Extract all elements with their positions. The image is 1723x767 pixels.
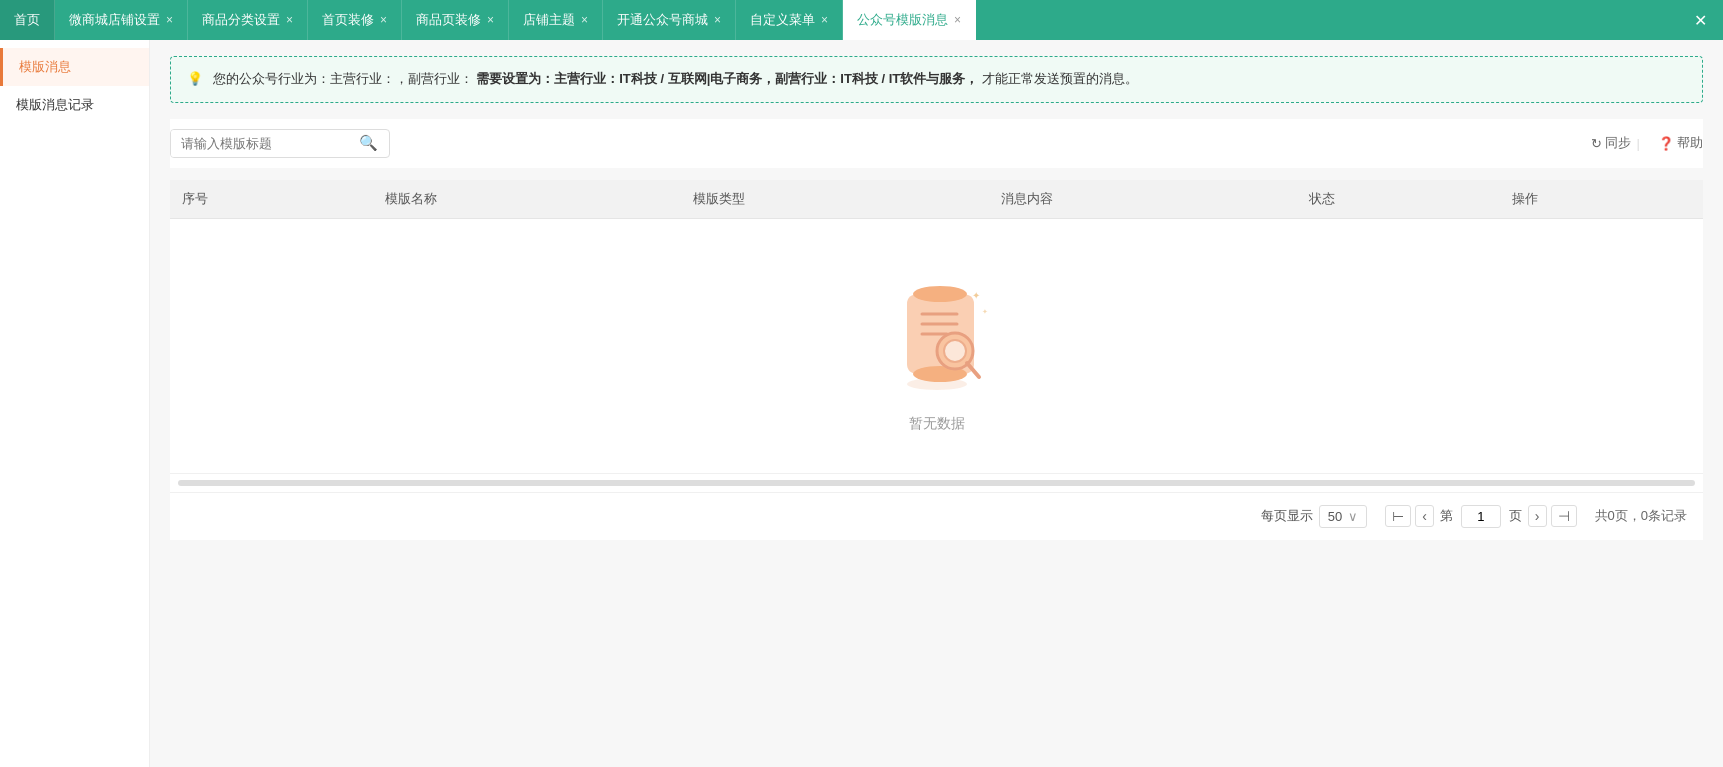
tab-product-category[interactable]: 商品分类设置× (188, 0, 308, 40)
tab-home[interactable]: 首页 (0, 0, 55, 40)
tab-close-homepage-decor[interactable]: × (380, 13, 387, 27)
last-page-button[interactable]: ⊣ (1551, 505, 1577, 527)
chevron-down-icon: ∨ (1348, 509, 1358, 524)
sidebar-item-template-msg[interactable]: 模版消息 (0, 48, 149, 86)
search-input[interactable] (171, 130, 351, 157)
separator: | (1637, 136, 1640, 151)
tab-close-custom-menu[interactable]: × (821, 13, 828, 27)
svg-text:✦: ✦ (972, 290, 980, 301)
tab-close-open-mall[interactable]: × (714, 13, 721, 27)
top-nav: 首页微商城店铺设置×商品分类设置×首页装修×商品页装修×店铺主题×开通公众号商城… (0, 0, 1723, 40)
sidebar-item-template-msg-log[interactable]: 模版消息记录 (0, 86, 149, 124)
scrollbar-area (170, 473, 1703, 492)
search-bar: 🔍 ↻ 同步 | ❓ 帮助 (170, 119, 1703, 168)
tab-store-theme[interactable]: 店铺主题× (509, 0, 603, 40)
sidebar: 模版消息模版消息记录 (0, 40, 150, 767)
lightbulb-icon: 💡 (187, 71, 203, 86)
notice-highlight: 需要设置为：主营行业：IT科技 / 互联网|电子商务，副营行业：IT科技 / I… (476, 71, 978, 86)
empty-state: ✦ ✦ 暂无数据 (170, 219, 1703, 473)
table-wrapper: 序号模版名称模版类型消息内容状态操作 (170, 180, 1703, 492)
empty-text: 暂无数据 (909, 415, 965, 433)
search-actions: ↻ 同步 | ❓ 帮助 (1579, 134, 1703, 152)
help-label: 帮助 (1677, 134, 1703, 152)
col-header-index: 序号 (170, 180, 373, 219)
sync-label: 同步 (1605, 134, 1631, 152)
help-icon: ❓ (1658, 136, 1674, 151)
first-page-button[interactable]: ⊢ (1385, 505, 1411, 527)
col-header-content: 消息内容 (989, 180, 1297, 219)
total-info: 共0页，0条记录 (1595, 507, 1687, 525)
tab-micro-store[interactable]: 微商城店铺设置× (55, 0, 188, 40)
notice-suffix: 才能正常发送预置的消息。 (982, 71, 1138, 86)
col-header-type: 模版类型 (681, 180, 989, 219)
empty-icon: ✦ ✦ (877, 279, 997, 399)
page-size-select[interactable]: 50 ∨ (1319, 505, 1367, 528)
sync-button[interactable]: ↻ 同步 (1591, 134, 1631, 152)
tab-custom-menu[interactable]: 自定义菜单× (736, 0, 843, 40)
tab-close-store-theme[interactable]: × (581, 13, 588, 27)
next-page-button[interactable]: › (1528, 505, 1547, 527)
table-header: 序号模版名称模版类型消息内容状态操作 (170, 180, 1703, 219)
help-button[interactable]: ❓ 帮助 (1658, 134, 1703, 152)
tab-close-product-page-decor[interactable]: × (487, 13, 494, 27)
content-area: 💡 您的公众号行业为：主营行业：，副营行业： 需要设置为：主营行业：IT科技 /… (150, 40, 1723, 767)
search-button[interactable]: 🔍 (351, 134, 386, 152)
scrollbar-track[interactable] (178, 480, 1695, 486)
prev-page-button[interactable]: ‹ (1415, 505, 1434, 527)
notice-box: 💡 您的公众号行业为：主营行业：，副营行业： 需要设置为：主营行业：IT科技 /… (170, 56, 1703, 103)
tab-open-mall[interactable]: 开通公众号商城× (603, 0, 736, 40)
page-label-suf: 页 (1509, 507, 1522, 525)
page-label-pre: 第 (1440, 507, 1453, 525)
global-close-button[interactable]: ✕ (1678, 0, 1723, 40)
svg-text:✦: ✦ (982, 308, 988, 315)
notice-prefix: 您的公众号行业为：主营行业：，副营行业： (213, 71, 473, 86)
svg-point-1 (913, 286, 967, 302)
tab-close-template-msg[interactable]: × (954, 13, 961, 27)
col-header-action: 操作 (1500, 180, 1703, 219)
col-header-name: 模版名称 (373, 180, 681, 219)
tab-homepage-decor[interactable]: 首页装修× (308, 0, 402, 40)
table-header-row: 序号模版名称模版类型消息内容状态操作 (170, 180, 1703, 219)
page-size-value: 50 (1328, 509, 1342, 524)
col-header-status: 状态 (1297, 180, 1500, 219)
tab-product-page-decor[interactable]: 商品页装修× (402, 0, 509, 40)
page-number-input[interactable] (1461, 505, 1501, 528)
pagination: 每页显示 50 ∨ ⊢ ‹ 第 页 › ⊣ 共0页，0条记录 (170, 492, 1703, 540)
search-input-wrap: 🔍 (170, 129, 390, 158)
main-layout: 模版消息模版消息记录 💡 您的公众号行业为：主营行业：，副营行业： 需要设置为：… (0, 40, 1723, 767)
tab-template-msg[interactable]: 公众号模版消息× (843, 0, 976, 40)
page-nav: ⊢ ‹ 第 页 › ⊣ 共0页，0条记录 (1383, 505, 1687, 528)
page-size-label: 每页显示 (1261, 507, 1313, 525)
tab-close-micro-store[interactable]: × (166, 13, 173, 27)
data-table: 序号模版名称模版类型消息内容状态操作 (170, 180, 1703, 219)
tab-close-product-category[interactable]: × (286, 13, 293, 27)
svg-point-7 (944, 340, 966, 362)
sync-icon: ↻ (1591, 136, 1602, 151)
